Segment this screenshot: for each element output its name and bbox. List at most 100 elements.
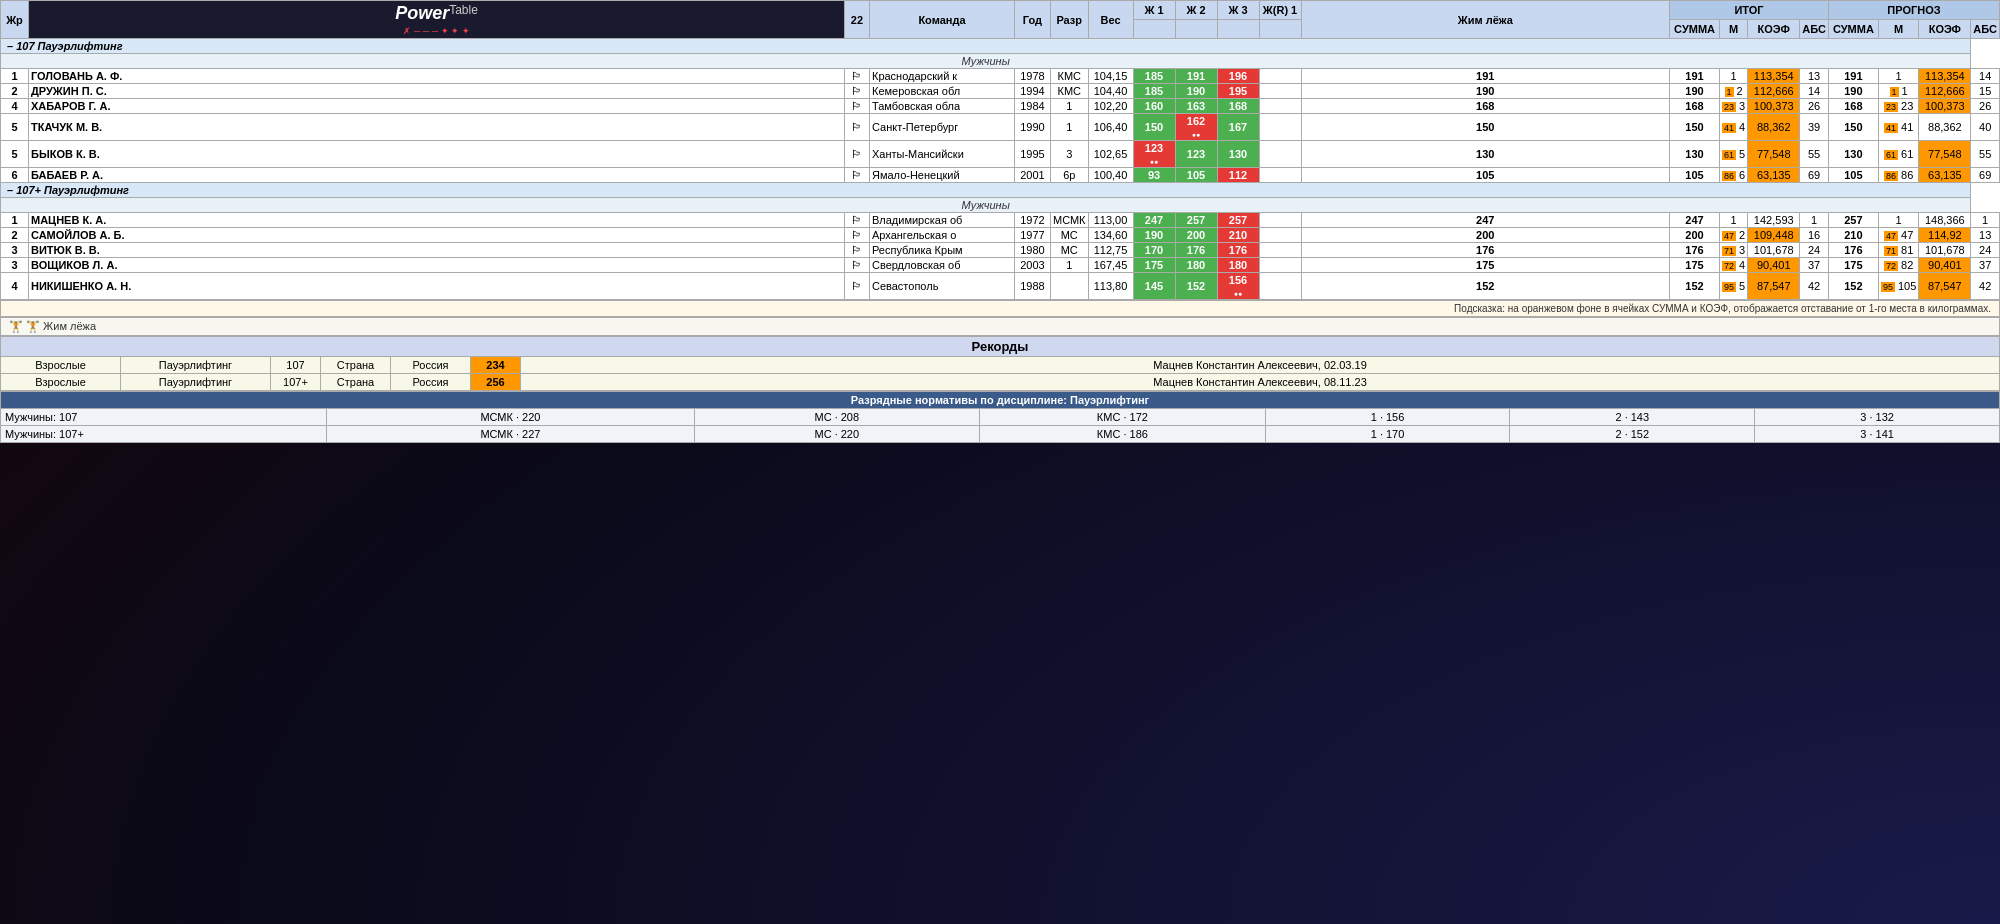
athlete-abs: 42	[1800, 273, 1829, 300]
athlete-zh2: 190	[1175, 84, 1217, 99]
athlete-zh2: 200	[1175, 228, 1217, 243]
col-itog: ИТОГ	[1670, 1, 1829, 20]
athlete-p-m: 72 82	[1878, 258, 1918, 273]
athlete-team: Севастополь	[869, 273, 1014, 300]
athlete-ves: 134,60	[1088, 228, 1133, 243]
athlete-year: 1988	[1014, 273, 1050, 300]
athlete-abs: 24	[1800, 243, 1829, 258]
record-2-holder: Мацнев Константин Алексеевич, 08.11.23	[521, 374, 2000, 391]
athlete-koef: 113,354	[1748, 69, 1800, 84]
col-zh1: Ж 1	[1133, 1, 1175, 20]
athlete-ves: 104,15	[1088, 69, 1133, 84]
athlete-p-summa: 210	[1828, 228, 1878, 243]
athlete-p-summa: 191	[1828, 69, 1878, 84]
athlete-m: 41 4	[1720, 114, 1748, 141]
records-header: Рекорды	[1, 337, 2000, 357]
norm-1-r3: 3 · 132	[1755, 409, 2000, 426]
section-107plus-row: – 107+ Пауэрлифтинг	[1, 183, 2000, 198]
athlete-zh3: 156●●	[1217, 273, 1259, 300]
athlete-razr: МС	[1050, 243, 1088, 258]
athlete-zhr1	[1259, 213, 1301, 228]
athlete-zh3: 257	[1217, 213, 1259, 228]
athlete-ves: 100,40	[1088, 168, 1133, 183]
record-1-strana-label: Страна	[321, 357, 391, 374]
athlete-ves: 102,65	[1088, 141, 1133, 168]
athlete-razr: 1	[1050, 114, 1088, 141]
athlete-zhr1	[1259, 243, 1301, 258]
athlete-zhim: 191	[1301, 69, 1670, 84]
athlete-zh2: 123	[1175, 141, 1217, 168]
athlete-team: Свердловская об	[869, 258, 1014, 273]
norm-1-kat: Мужчины: 107	[1, 409, 327, 426]
athlete-abs: 37	[1800, 258, 1829, 273]
athlete-row: 5 БЫКОВ К. В. 🏳 Ханты-Мансийски 1995 3 1…	[1, 141, 2000, 168]
athlete-name: БАБАЕВ Р. А.	[29, 168, 845, 183]
col-22: 22	[844, 1, 869, 39]
norms-table: Разрядные нормативы по дисциплине: Пауэр…	[0, 391, 2000, 443]
athlete-razr: 6р	[1050, 168, 1088, 183]
col-prognoz: ПРОГНОЗ	[1828, 1, 1999, 20]
athlete-p-summa: 175	[1828, 258, 1878, 273]
athlete-year: 2001	[1014, 168, 1050, 183]
athlete-p-m: 1	[1878, 213, 1918, 228]
tooltip-row: Подсказка: на оранжевом фоне в ячейках С…	[0, 300, 2000, 317]
athlete-row: 3 ВОЩИКОВ Л. А. 🏳 Свердловская об 2003 1…	[1, 258, 2000, 273]
col-ves: Вес	[1088, 1, 1133, 39]
athlete-ves: 112,75	[1088, 243, 1133, 258]
col-m: М	[1720, 20, 1748, 39]
athlete-ves: 102,20	[1088, 99, 1133, 114]
norm-2-msmk: МСМК · 227	[327, 426, 694, 443]
athlete-zh1: 93	[1133, 168, 1175, 183]
athlete-koef: 101,678	[1748, 243, 1800, 258]
zhim-icon: 🏋	[9, 320, 23, 332]
athlete-zhim: 152	[1301, 273, 1670, 300]
athlete-rank: 1	[1, 213, 29, 228]
athlete-p-summa: 152	[1828, 273, 1878, 300]
athlete-p-abs: 26	[1971, 99, 2000, 114]
col-zh2: Ж 2	[1175, 1, 1217, 20]
athlete-zh1: 123●●	[1133, 141, 1175, 168]
athlete-flag: 🏳	[844, 141, 869, 168]
athlete-koef: 142,593	[1748, 213, 1800, 228]
athlete-name: ВИТЮК В. В.	[29, 243, 845, 258]
athlete-ves: 113,00	[1088, 213, 1133, 228]
athlete-abs: 1	[1800, 213, 1829, 228]
athlete-p-summa: 190	[1828, 84, 1878, 99]
athlete-rank: 2	[1, 84, 29, 99]
norm-1-r1: 1 · 156	[1265, 409, 1510, 426]
records-table: Рекорды Взрослые Пауэрлифтинг 107 Страна…	[0, 336, 2000, 391]
athlete-flag: 🏳	[844, 69, 869, 84]
col-jkr: Жр	[1, 1, 29, 39]
athlete-summa: 168	[1670, 99, 1720, 114]
athlete-zh3: 196	[1217, 69, 1259, 84]
norm-1-ms: МС · 208	[694, 409, 980, 426]
norm-1-msmk: МСМК · 220	[327, 409, 694, 426]
athlete-ves: 167,45	[1088, 258, 1133, 273]
athlete-p-abs: 69	[1971, 168, 2000, 183]
athlete-zh3: 210	[1217, 228, 1259, 243]
col-p-abs: АБС	[1971, 20, 2000, 39]
athlete-m: 1 2	[1720, 84, 1748, 99]
athlete-summa: 200	[1670, 228, 1720, 243]
main-table: Жр PowerTable ✗ ─ ─ ─ ✦ ✦ ✦ 22 Команда Г…	[0, 0, 2000, 300]
athlete-name: МАЦНЕВ К. А.	[29, 213, 845, 228]
athlete-zhim: 175	[1301, 258, 1670, 273]
athlete-summa: 190	[1670, 84, 1720, 99]
athlete-m: 23 3	[1720, 99, 1748, 114]
athlete-summa: 191	[1670, 69, 1720, 84]
athlete-team: Тамбовская обла	[869, 99, 1014, 114]
record-1-holder: Мацнев Константин Алексеевич, 02.03.19	[521, 357, 2000, 374]
norm-row-2: Мужчины: 107+ МСМК · 227 МС · 220 КМС · …	[1, 426, 2000, 443]
athlete-p-abs: 42	[1971, 273, 2000, 300]
athlete-p-summa: 257	[1828, 213, 1878, 228]
athlete-rank: 2	[1, 228, 29, 243]
athlete-year: 1990	[1014, 114, 1050, 141]
athlete-year: 2003	[1014, 258, 1050, 273]
athlete-row: 2 САМОЙЛОВ А. Б. 🏳 Архангельская о 1977 …	[1, 228, 2000, 243]
athlete-p-koef: 114,92	[1919, 228, 1971, 243]
athlete-p-summa: 176	[1828, 243, 1878, 258]
athlete-razr: 1	[1050, 99, 1088, 114]
athlete-p-summa: 130	[1828, 141, 1878, 168]
logo-sub: ✗ ─ ─ ─ ✦ ✦ ✦	[403, 26, 469, 36]
record-2-disc: Пауэрлифтинг	[121, 374, 271, 391]
